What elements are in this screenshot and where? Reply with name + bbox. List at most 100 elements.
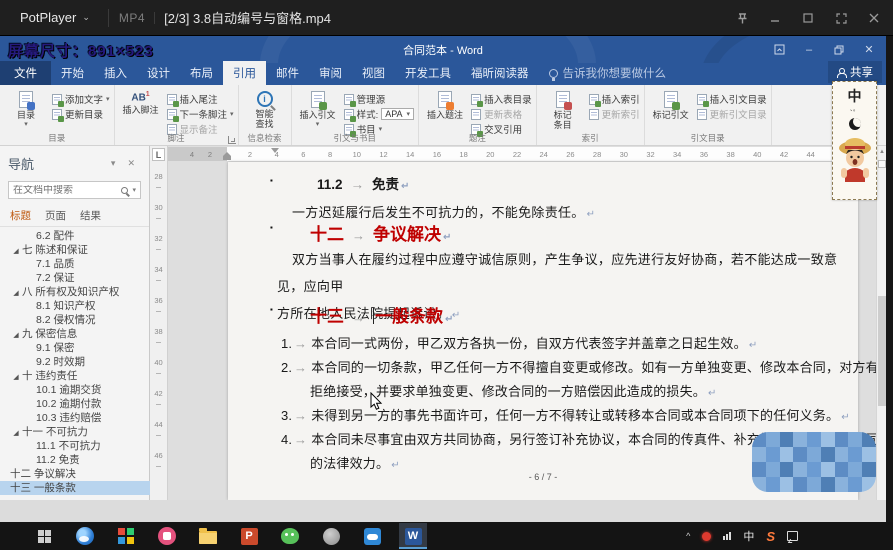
collapse-triangle-icon[interactable]: ◢ bbox=[10, 371, 22, 383]
network-icon[interactable] bbox=[723, 532, 732, 540]
pin-icon[interactable] bbox=[729, 5, 755, 31]
nav-heading-item[interactable]: 6.2 配件 bbox=[0, 229, 150, 243]
nav-heading-item[interactable]: 10.3 违约赔偿 bbox=[0, 411, 150, 425]
powerpoint-icon[interactable]: P bbox=[235, 523, 263, 549]
fullscreen-icon[interactable] bbox=[828, 5, 854, 31]
tab-视图[interactable]: 视图 bbox=[352, 61, 395, 85]
ribbon-button-标记引文[interactable]: 标记引文 bbox=[649, 88, 693, 133]
ribbon-button-插入表目录[interactable]: 插入表目录 bbox=[471, 92, 532, 107]
tab-布局[interactable]: 布局 bbox=[180, 61, 223, 85]
nav-heading-item[interactable]: 7.2 保证 bbox=[0, 271, 150, 285]
ime-indicator[interactable]: 中 bbox=[743, 528, 754, 544]
ribbon-button-目录[interactable]: 目录 ▾ bbox=[4, 88, 48, 133]
ribbon-button-样式[interactable]: 样式: APA ▾ bbox=[343, 107, 415, 122]
tab-selector-box[interactable]: L bbox=[152, 148, 165, 161]
nav-heading-item[interactable]: 11.1 不可抗力 bbox=[0, 439, 150, 453]
word-icon[interactable]: W bbox=[399, 523, 427, 549]
nav-heading-item[interactable]: 10.1 逾期交货 bbox=[0, 383, 150, 397]
nav-heading-item[interactable]: 十三 一般条款 bbox=[0, 481, 150, 495]
nav-heading-item[interactable]: 11.2 免责 bbox=[0, 453, 150, 467]
nav-close-icon[interactable]: ✕ bbox=[121, 158, 141, 169]
minimize-icon[interactable] bbox=[762, 5, 788, 31]
ribbon-button-插入引文目录[interactable]: 插入引文目录 bbox=[696, 92, 767, 107]
ribbon-button-插入脚注[interactable]: AB1 插入脚注 bbox=[119, 88, 163, 133]
collapse-triangle-icon[interactable]: ◢ bbox=[10, 427, 22, 439]
ribbon-button-管理源[interactable]: 管理源 bbox=[343, 92, 415, 107]
nav-heading-item[interactable]: ◢ 八 所有权及知识产权 bbox=[0, 285, 150, 299]
collapse-triangle-icon[interactable]: ◢ bbox=[10, 245, 22, 257]
browser-icon[interactable] bbox=[71, 523, 99, 549]
collapse-triangle-icon[interactable]: ◢ bbox=[10, 329, 22, 341]
restore-icon[interactable] bbox=[824, 36, 854, 63]
close-icon[interactable] bbox=[861, 5, 887, 31]
tab-开发工具[interactable]: 开发工具 bbox=[395, 61, 461, 85]
minimize-icon[interactable]: ‒ bbox=[794, 36, 824, 63]
tab-开始[interactable]: 开始 bbox=[51, 61, 94, 85]
scrollbar-thumb[interactable] bbox=[878, 296, 886, 406]
ribbon-button-添加文字[interactable]: 添加文字 ▾ bbox=[52, 92, 110, 107]
tab-插入[interactable]: 插入 bbox=[94, 61, 137, 85]
nav-heading-item[interactable]: ◢ 十一 不可抗力 bbox=[0, 425, 150, 439]
file-explorer-icon[interactable] bbox=[194, 523, 222, 549]
ribbon-button-标记条目[interactable]: 标记 条目 bbox=[541, 88, 585, 133]
style-combo-box[interactable]: APA ▾ bbox=[381, 108, 415, 120]
nav-heading-item[interactable]: 8.2 侵权情况 bbox=[0, 313, 150, 327]
nav-heading-item[interactable]: 9.2 时效期 bbox=[0, 355, 150, 369]
vertical-scrollbar[interactable]: ▲ bbox=[876, 146, 886, 500]
search-input[interactable] bbox=[13, 184, 118, 196]
nav-heading-item[interactable]: 十二 争议解决 bbox=[0, 467, 150, 481]
search-dropdown-icon[interactable]: ▾ bbox=[132, 186, 136, 194]
tab-邮件[interactable]: 邮件 bbox=[266, 61, 309, 85]
maximize-icon[interactable] bbox=[795, 5, 821, 31]
close-icon[interactable]: ✕ bbox=[854, 36, 884, 63]
nav-tab-标题[interactable]: 标题 bbox=[10, 208, 31, 223]
ribbon-button-插入尾注[interactable]: 插入尾注 bbox=[166, 92, 234, 107]
nav-heading-item[interactable]: 8.1 知识产权 bbox=[0, 299, 150, 313]
ribbon-button-插入索引[interactable]: 插入索引 bbox=[588, 92, 640, 107]
search-icon[interactable] bbox=[121, 186, 129, 194]
ribbon-button-插入题注[interactable]: 插入题注 bbox=[423, 88, 467, 133]
nav-tab-结果[interactable]: 结果 bbox=[80, 208, 101, 223]
share-button[interactable]: 共享 bbox=[828, 61, 882, 83]
dialog-launcher-icon[interactable] bbox=[227, 136, 236, 144]
nav-options-chevron-icon[interactable]: ▾ bbox=[105, 158, 122, 169]
nav-heading-item[interactable]: ◢ 九 保密信息 bbox=[0, 327, 150, 341]
action-center-icon[interactable] bbox=[787, 531, 798, 541]
app-grid-icon[interactable] bbox=[112, 523, 140, 549]
tab-引用[interactable]: 引用 bbox=[223, 61, 266, 85]
first-line-indent-marker[interactable] bbox=[271, 148, 279, 153]
netdisk-icon[interactable] bbox=[358, 523, 386, 549]
nav-heading-item[interactable]: ◢ 十 违约责任 bbox=[0, 369, 150, 383]
nav-heading-item[interactable]: 9.1 保密 bbox=[0, 341, 150, 355]
tell-me-box[interactable]: 告诉我你想要做什么 bbox=[539, 61, 677, 85]
media-app-icon[interactable] bbox=[153, 523, 181, 549]
nav-heading-item[interactable]: 7.1 品质 bbox=[0, 257, 150, 271]
ribbon-button-更新目录[interactable]: 更新目录 bbox=[52, 107, 110, 122]
ruler-toggle-icon[interactable] bbox=[878, 160, 886, 168]
nav-heading-item[interactable]: 10.2 逾期付款 bbox=[0, 397, 150, 411]
potplayer-menu-button[interactable]: PotPlayer ⌄ bbox=[12, 6, 98, 29]
document-search-box[interactable]: ▾ bbox=[8, 181, 141, 199]
ribbon-button-智能查找[interactable]: i 智能 查找 bbox=[243, 88, 287, 133]
tab-设计[interactable]: 设计 bbox=[137, 61, 180, 85]
sogou-icon[interactable]: S bbox=[766, 529, 775, 544]
horizontal-ruler[interactable]: 4 2 2 4 6 8 10 12 14 16 18 20 22 24 26 28 30 32 34 36 38 40 42… bbox=[168, 147, 876, 161]
ruler-number: 14 bbox=[406, 150, 415, 159]
tray-expand-icon[interactable]: ^ bbox=[686, 531, 690, 541]
start-icon[interactable] bbox=[30, 523, 58, 549]
ribbon-button-插入引文[interactable]: 插入引文 ▾ bbox=[296, 88, 340, 133]
hanging-indent-marker[interactable] bbox=[223, 152, 231, 160]
collapse-triangle-icon[interactable]: ◢ bbox=[10, 287, 22, 299]
ribbon-display-options-icon[interactable] bbox=[764, 36, 794, 63]
selected-picture-object[interactable]: 中 、。 bbox=[832, 81, 877, 200]
vertical-ruler[interactable]: L 28 30 32 34 36 38 40 42 44 46 bbox=[150, 146, 168, 500]
nav-tab-页面[interactable]: 页面 bbox=[45, 208, 66, 223]
wechat-icon[interactable] bbox=[276, 523, 304, 549]
ribbon-button-下一条脚注[interactable]: 下一条脚注 ▾ bbox=[166, 107, 234, 122]
gray-app-icon[interactable] bbox=[317, 523, 345, 549]
tab-文件[interactable]: 文件 bbox=[0, 61, 51, 85]
nav-heading-item[interactable]: ◢ 七 陈述和保证 bbox=[0, 243, 150, 257]
recording-icon[interactable] bbox=[702, 531, 712, 541]
tab-福昕阅读器[interactable]: 福昕阅读器 bbox=[461, 61, 539, 85]
tab-审阅[interactable]: 审阅 bbox=[309, 61, 352, 85]
